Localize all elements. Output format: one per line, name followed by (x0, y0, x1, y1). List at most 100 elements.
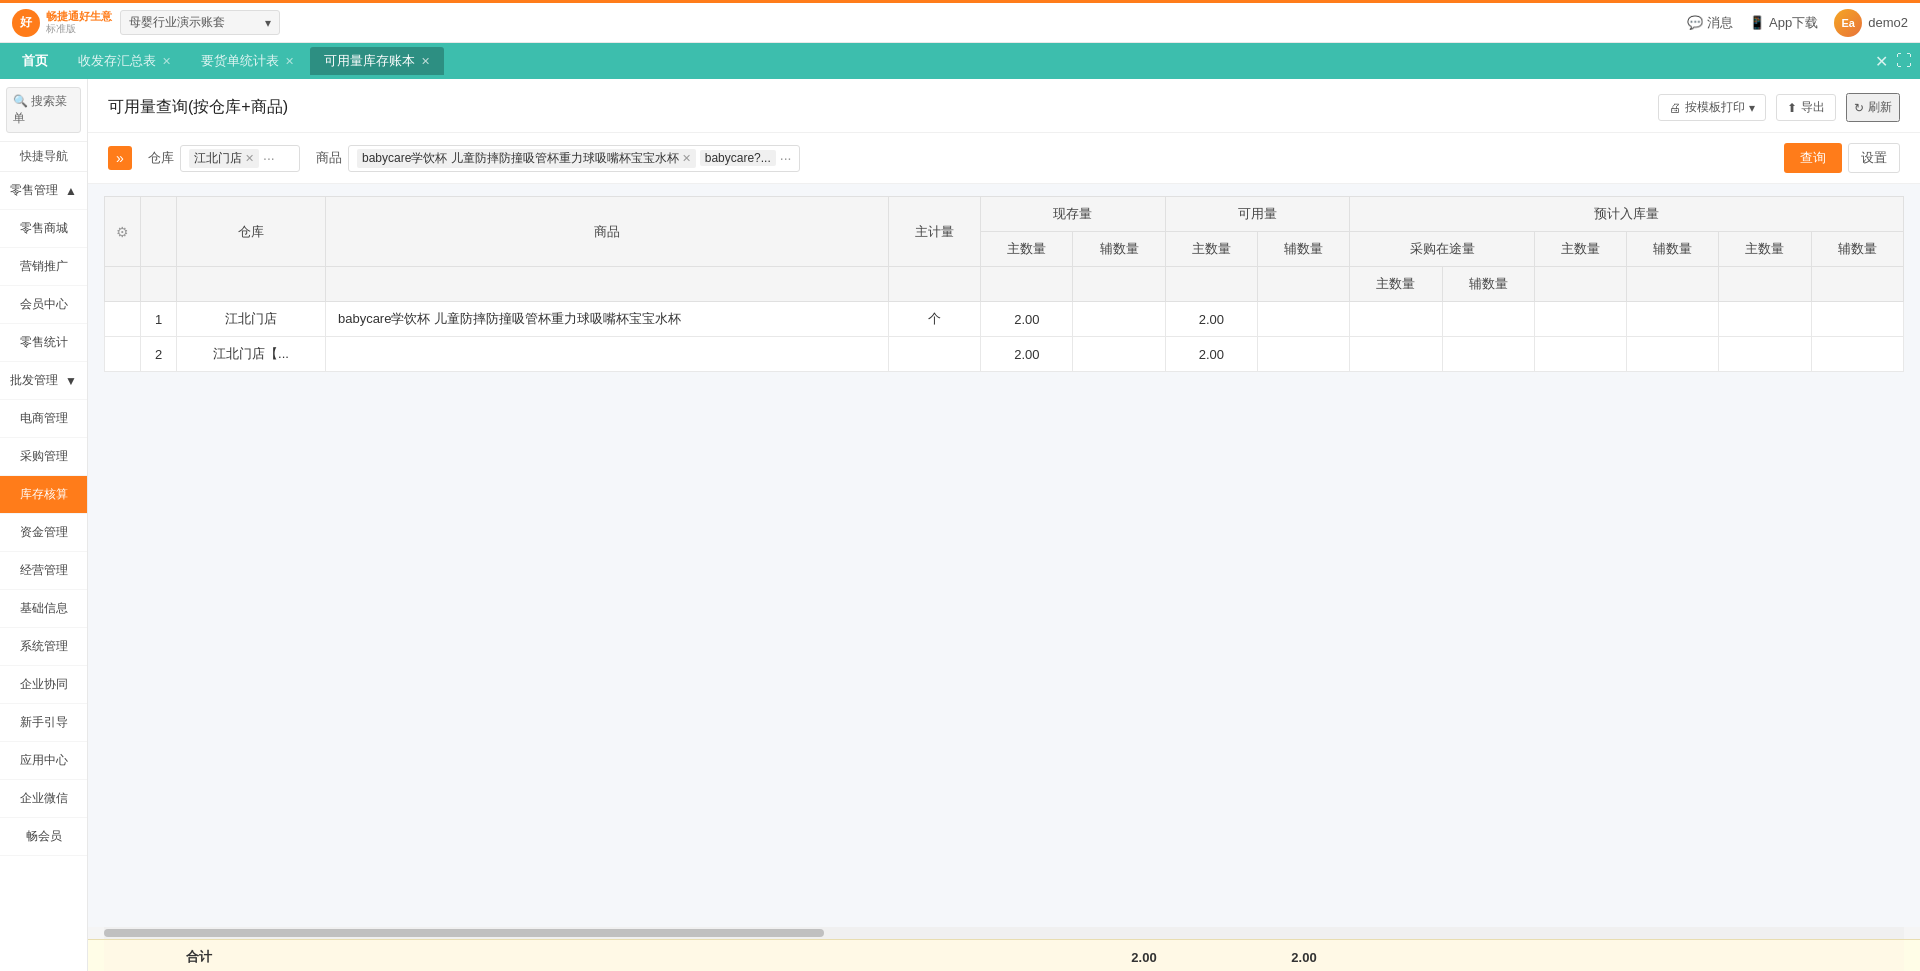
export-icon: ⬆ (1787, 101, 1797, 115)
row1-prod-aux (1811, 302, 1903, 337)
filter-expand-button[interactable]: » (108, 146, 132, 170)
th-group-planned-in: 预计入库量 (1350, 197, 1904, 232)
tab-home[interactable]: 首页 (8, 47, 62, 75)
close-tab-inventory-ledger[interactable]: ✕ (421, 55, 430, 68)
logo-area: 好 畅捷通好生意 标准版 (12, 9, 112, 37)
row1-gear (105, 302, 141, 337)
sidebar-item-marketing[interactable]: 营销推广 (0, 248, 87, 286)
industry-selector[interactable]: 母婴行业演示账套 ▾ (120, 10, 280, 35)
close-all-icon[interactable]: ✕ (1875, 52, 1888, 71)
row1-avail-aux (1258, 302, 1350, 337)
sidebar-item-retail-mgmt[interactable]: 零售管理 ▲ (0, 172, 87, 210)
page-title: 可用量查询(按仓库+商品) (108, 97, 288, 118)
sidebar-item-retail-mall[interactable]: 零售商城 (0, 210, 87, 248)
tab-receivables[interactable]: 收发存汇总表 ✕ (64, 47, 185, 75)
avatar: Ea (1834, 9, 1862, 37)
refresh-button[interactable]: ↻ 刷新 (1846, 93, 1900, 122)
row2-pur-aux (1442, 337, 1534, 372)
warehouse-more[interactable]: ··· (263, 150, 275, 166)
th-avail-main: 主数量 (1165, 232, 1257, 267)
product-tag-1: babycare学饮杯 儿童防摔防撞吸管杯重力球吸嘴杯宝宝水杯 ✕ (357, 149, 696, 168)
template-print-button[interactable]: 🖨 按模板打印 ▾ (1658, 94, 1766, 121)
close-tab-receivables[interactable]: ✕ (162, 55, 171, 68)
maximize-icon[interactable]: ⛶ (1896, 52, 1912, 70)
sidebar-item-basic-info[interactable]: 基础信息 (0, 590, 87, 628)
warehouse-filter: 仓库 江北门店 ✕ ··· (148, 145, 300, 172)
query-button[interactable]: 查询 (1784, 143, 1842, 173)
export-button[interactable]: ⬆ 导出 (1776, 94, 1836, 121)
row1-in-main (1534, 302, 1626, 337)
sidebar-item-enterprise-wechat[interactable]: 企业微信 (0, 780, 87, 818)
product-tag-1-close[interactable]: ✕ (682, 152, 691, 165)
sidebar-item-finance-mgmt[interactable]: 资金管理 (0, 514, 87, 552)
warehouse-label: 仓库 (148, 149, 174, 167)
sidebar-item-ecommerce-mgmt[interactable]: 电商管理 (0, 400, 87, 438)
total-current-main: 2.00 (1104, 940, 1184, 971)
row1-pur-aux (1442, 302, 1534, 337)
sidebar-search-section: 🔍 搜索菜单 (0, 79, 87, 142)
message-icon: 💬 (1687, 15, 1703, 30)
sidebar-item-system-mgmt[interactable]: 系统管理 (0, 628, 87, 666)
th-in-main: 主数量 (1534, 232, 1626, 267)
gear-icon[interactable]: ⚙ (115, 224, 130, 240)
row2-in-main (1534, 337, 1626, 372)
close-tab-order-stats[interactable]: ✕ (285, 55, 294, 68)
row1-pur-main (1350, 302, 1442, 337)
message-button[interactable]: 💬 消息 (1687, 14, 1733, 32)
row2-avail-main: 2.00 (1165, 337, 1257, 372)
top-bar-left: 好 畅捷通好生意 标准版 母婴行业演示账套 ▾ (12, 9, 280, 37)
th-prod-main: 主数量 (1719, 232, 1811, 267)
search-menu-button[interactable]: 🔍 搜索菜单 (6, 87, 81, 133)
sidebar-item-purchase-mgmt[interactable]: 采购管理 (0, 438, 87, 476)
th-product: 商品 (325, 197, 888, 267)
arrow-icon-2: ▼ (65, 374, 77, 388)
th-pur-aux: 辅数量 (1442, 267, 1534, 302)
horizontal-scrollbar[interactable] (104, 927, 1904, 939)
total-row: 合计 2.00 2.00 (104, 940, 1904, 971)
sidebar-item-operations-mgmt[interactable]: 经营管理 (0, 552, 87, 590)
user-avatar-area[interactable]: Ea demo2 (1834, 9, 1908, 37)
th-in-aux: 辅数量 (1627, 232, 1719, 267)
app-download-button[interactable]: 📱 App下载 (1749, 14, 1818, 32)
scrollbar-thumb[interactable] (104, 929, 824, 937)
top-bar: 好 畅捷通好生意 标准版 母婴行业演示账套 ▾ 💬 消息 📱 App下载 Ea … (0, 3, 1920, 43)
row2-in-aux (1627, 337, 1719, 372)
row1-index: 1 (141, 302, 177, 337)
sidebar-item-vip-member[interactable]: 畅会员 (0, 818, 87, 856)
sidebar-item-app-center[interactable]: 应用中心 (0, 742, 87, 780)
row2-current-aux (1073, 337, 1165, 372)
warehouse-input[interactable]: 江北门店 ✕ ··· (180, 145, 300, 172)
user-name: demo2 (1868, 15, 1908, 30)
row1-current-main: 2.00 (981, 302, 1073, 337)
refresh-icon: ↻ (1854, 101, 1864, 115)
sidebar-item-wholesale-mgmt[interactable]: 批发管理 ▼ (0, 362, 87, 400)
nav-tabs: 首页 收发存汇总表 ✕ 要货单统计表 ✕ 可用量库存账本 ✕ ✕ ⛶ (0, 43, 1920, 79)
tab-inventory-ledger[interactable]: 可用量库存账本 ✕ (310, 47, 444, 75)
row2-avail-aux (1258, 337, 1350, 372)
th-index (141, 197, 177, 267)
row2-unit (888, 337, 980, 372)
message-label: 消息 (1707, 14, 1733, 32)
product-input[interactable]: babycare学饮杯 儿童防摔防撞吸管杯重力球吸嘴杯宝宝水杯 ✕ babyca… (348, 145, 800, 172)
sidebar-item-quick-nav[interactable]: [object Object],[object Object],[object … (0, 142, 87, 172)
row1-in-aux (1627, 302, 1719, 337)
sidebar-item-retail-stats[interactable]: 零售统计 (0, 324, 87, 362)
sidebar-item-inventory-check[interactable]: 库存核算 (0, 476, 87, 514)
warehouse-tag: 江北门店 ✕ (189, 149, 259, 168)
filter-bar: » 仓库 江北门店 ✕ ··· 商品 babycare学饮杯 儿童防摔防撞吸管杯… (88, 133, 1920, 184)
filter-actions: 查询 设置 (1784, 143, 1900, 173)
sidebar-item-enterprise-collab[interactable]: 企业协同 (0, 666, 87, 704)
row2-current-main: 2.00 (981, 337, 1073, 372)
th-group-current-stock: 现存量 (981, 197, 1166, 232)
warehouse-tag-close[interactable]: ✕ (245, 152, 254, 165)
row1-prod-main (1719, 302, 1811, 337)
content-area: 可用量查询(按仓库+商品) 🖨 按模板打印 ▾ ⬆ 导出 ↻ 刷新 » (88, 79, 1920, 971)
sidebar-item-member-center[interactable]: 会员中心 (0, 286, 87, 324)
sidebar-item-new-guide[interactable]: 新手引导 (0, 704, 87, 742)
row2-index: 2 (141, 337, 177, 372)
table-container[interactable]: ⚙ 仓库 商品 主计量 现存量 可用量 预计入库量 主数量 辅数量 主数量 (88, 184, 1920, 927)
row1-unit: 个 (888, 302, 980, 337)
product-more[interactable]: ··· (780, 150, 792, 166)
tab-order-stats[interactable]: 要货单统计表 ✕ (187, 47, 308, 75)
settings-button[interactable]: 设置 (1848, 143, 1900, 173)
